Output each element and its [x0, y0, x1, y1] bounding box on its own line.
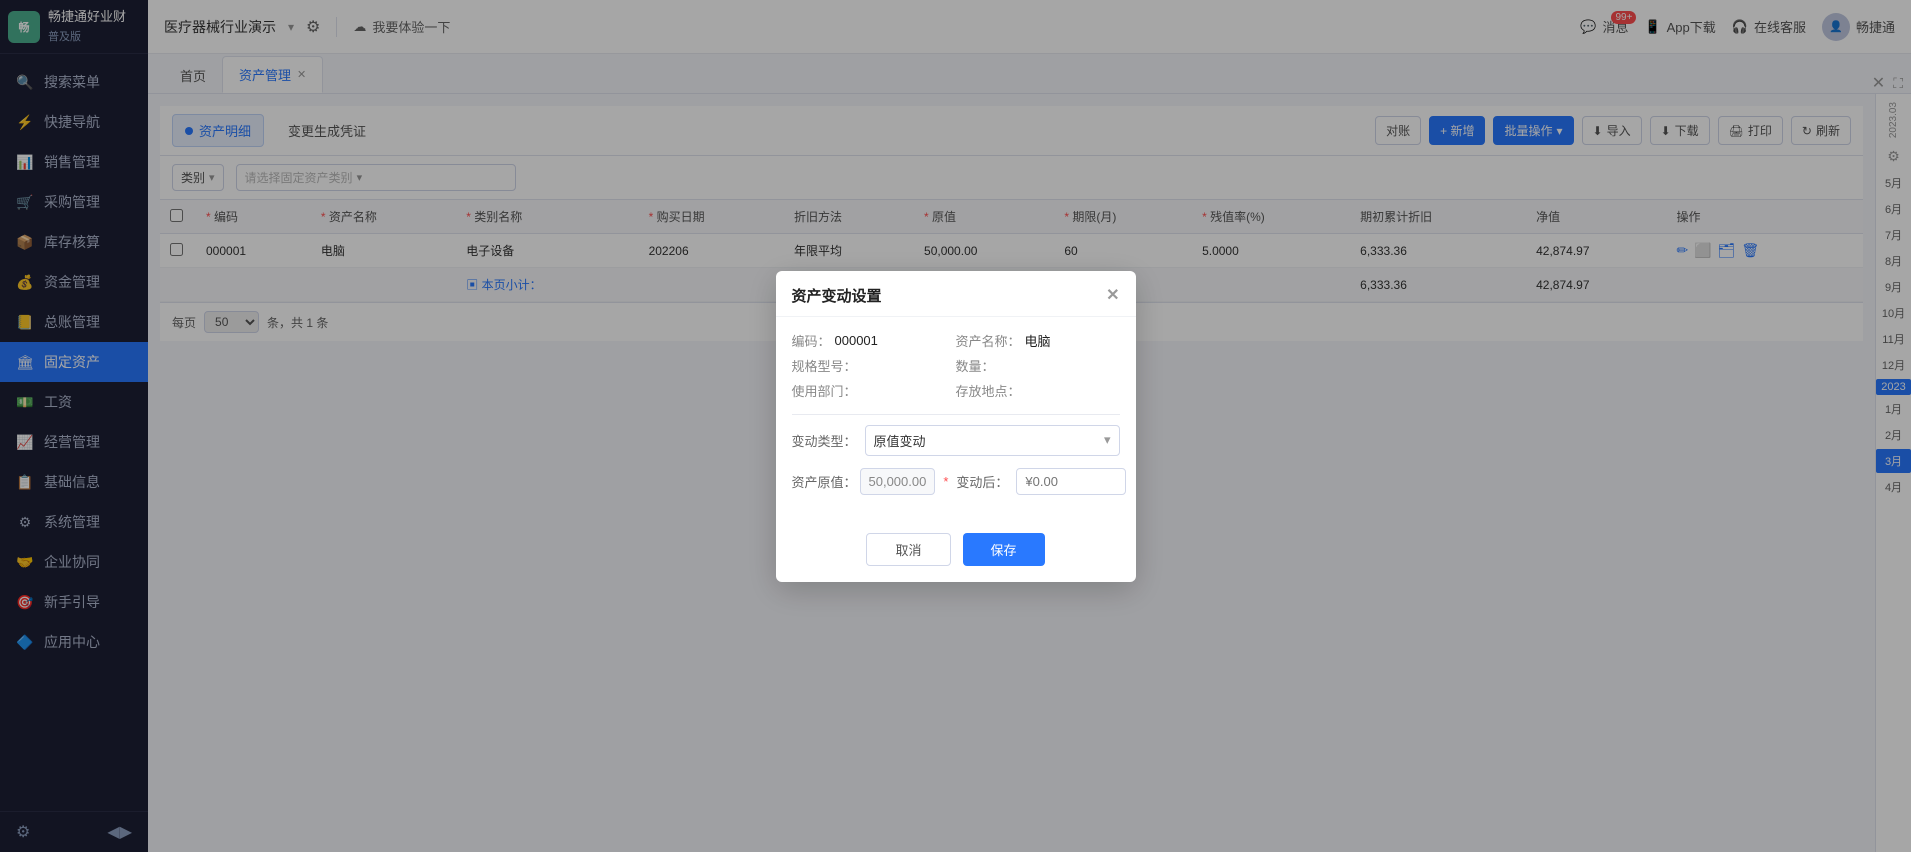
asset-change-modal: 资产变动设置 ✕ 编码： 000001 资产名称： 电脑 规格型号： 数 — [776, 271, 1136, 582]
modal-change-type-field: 变动类型： 原值变动 ▾ — [792, 425, 1120, 456]
change-type-select[interactable]: 原值变动 ▾ — [865, 425, 1120, 456]
modal-footer: 取消 保存 — [776, 521, 1136, 582]
modal-divider — [792, 414, 1120, 415]
modal-title: 资产变动设置 — [792, 285, 882, 306]
modal-header: 资产变动设置 ✕ — [776, 271, 1136, 317]
modal-value-field: 资产原值： 50,000.00 * 变动后： — [792, 468, 1120, 495]
save-button[interactable]: 保存 — [963, 533, 1045, 566]
modal-overlay: 资产变动设置 ✕ 编码： 000001 资产名称： 电脑 规格型号： 数 — [0, 0, 1911, 852]
modal-body: 编码： 000001 资产名称： 电脑 规格型号： 数量： 使用部门： — [776, 317, 1136, 521]
modal-location-field: 存放地点： — [956, 381, 1120, 400]
required-mark: * — [943, 474, 948, 489]
modal-quantity-field: 数量： — [956, 356, 1120, 375]
modal-spec-field: 规格型号： — [792, 356, 956, 375]
modal-code-value: 000001 — [835, 333, 878, 348]
modal-info-grid: 编码： 000001 资产名称： 电脑 规格型号： 数量： 使用部门： — [792, 331, 1120, 400]
modal-asset-name-field: 资产名称： 电脑 — [956, 331, 1120, 350]
modal-dept-field: 使用部门： — [792, 381, 956, 400]
after-change-input[interactable] — [1016, 468, 1126, 495]
cancel-button[interactable]: 取消 — [866, 533, 950, 566]
modal-asset-name-value: 电脑 — [1025, 331, 1051, 350]
original-value-display: 50,000.00 — [860, 468, 936, 495]
change-type-chevron-icon: ▾ — [1104, 432, 1111, 448]
modal-code-field: 编码： 000001 — [792, 331, 956, 350]
modal-close-icon[interactable]: ✕ — [1106, 285, 1119, 305]
